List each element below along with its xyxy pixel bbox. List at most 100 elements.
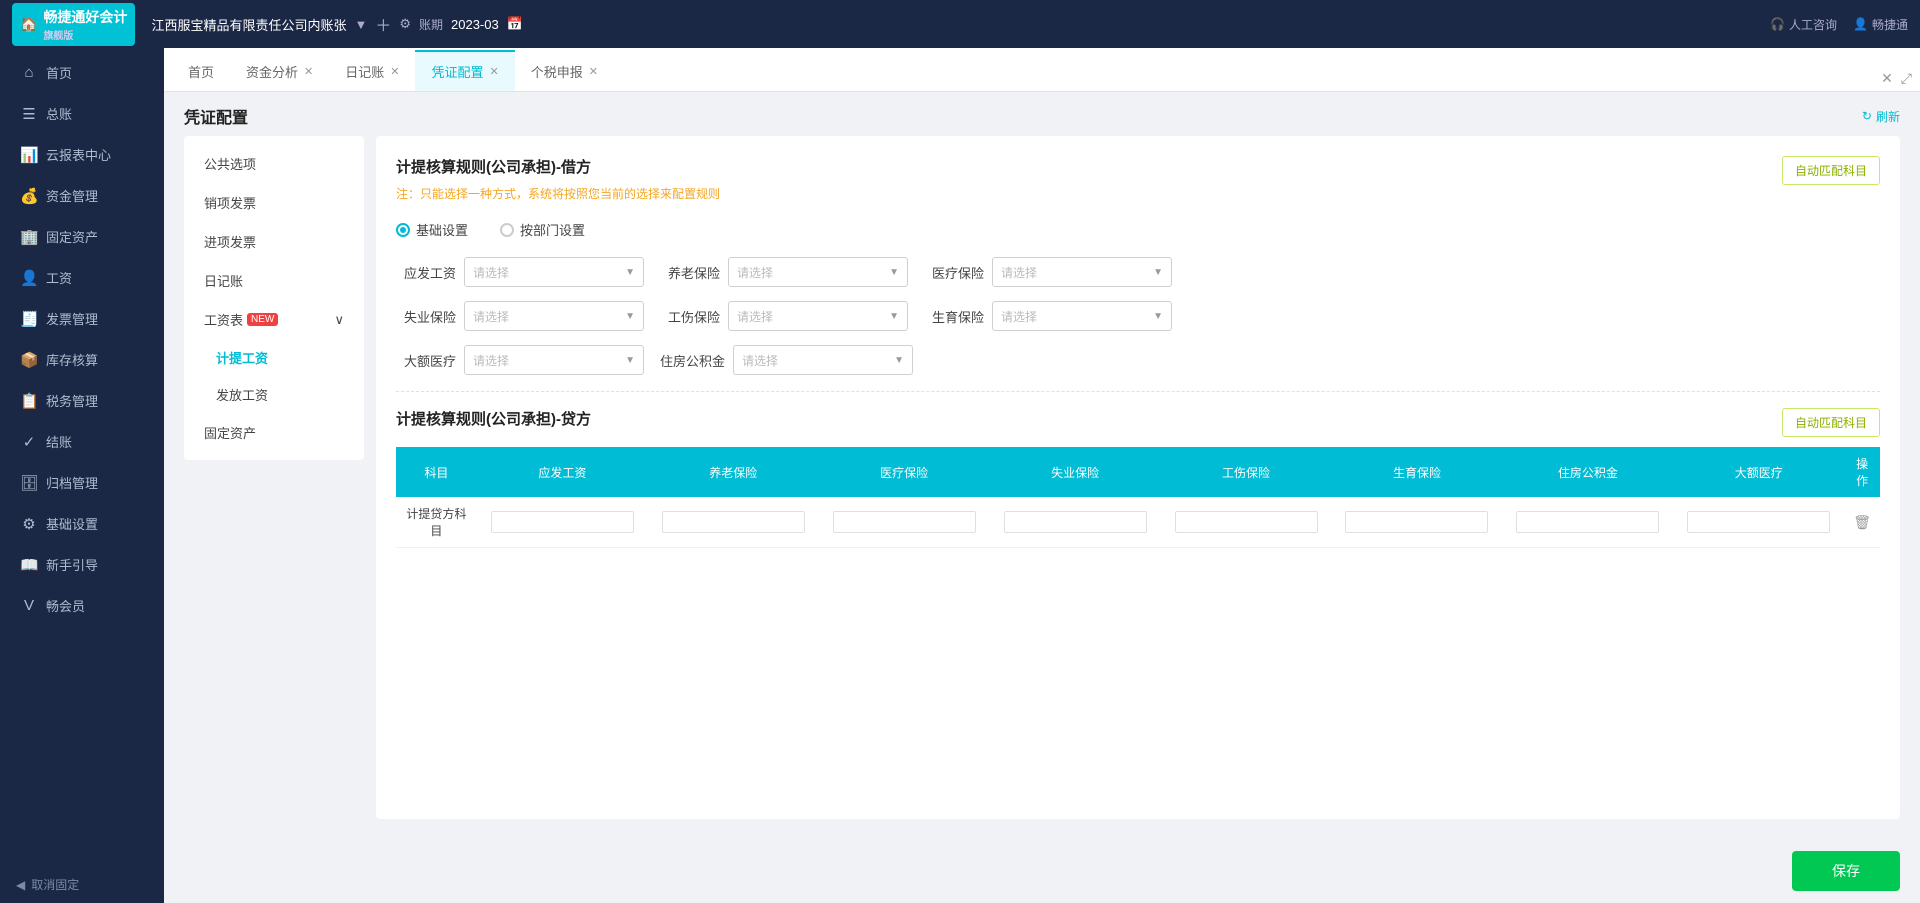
input-gross[interactable] (491, 511, 634, 533)
headset-icon: 🎧 (1770, 17, 1785, 31)
nav-item-payroll-table[interactable]: 工资表 NEW ∨ (184, 300, 364, 339)
sidebar-item-salary[interactable]: 👤 工资 (0, 257, 164, 298)
sidebar-item-funds[interactable]: 💰 资金管理 (0, 175, 164, 216)
tab-journal[interactable]: 日记账 ✕ (329, 50, 415, 91)
tab-home[interactable]: 首页 (172, 50, 230, 91)
maternity-arrow: ▼ (1153, 311, 1163, 322)
nav-item-public[interactable]: 公共选项 (184, 144, 364, 183)
sidebar-item-vip[interactable]: V 畅会员 (0, 585, 164, 626)
credit-auto-match-button[interactable]: 自动匹配科目 (1782, 408, 1880, 437)
delete-icon[interactable]: 🗑 (1853, 514, 1871, 530)
sidebar-label-settings: 基础设置 (46, 514, 98, 533)
debit-auto-match-button[interactable]: 自动匹配科目 (1782, 156, 1880, 185)
work-injury-select[interactable]: 请选择 ▼ (728, 301, 908, 331)
sidebar-item-invoice[interactable]: 🧾 发票管理 (0, 298, 164, 339)
pension-arrow: ▼ (889, 267, 899, 278)
section-separator (396, 391, 1880, 392)
input-housing[interactable] (1516, 511, 1659, 533)
company-dropdown-icon[interactable]: ▼ (354, 17, 367, 32)
sidebar-item-guide[interactable]: 📖 新手引导 (0, 544, 164, 585)
nav-item-accrual-salary[interactable]: 计提工资 (184, 339, 364, 376)
nav-item-fixed-assets[interactable]: 固定资产 (184, 413, 364, 452)
support-button[interactable]: 🎧 人工咨询 (1770, 16, 1837, 33)
calendar-icon[interactable]: 📅 (507, 16, 523, 32)
unemployment-label: 失业保险 (396, 307, 456, 326)
tab-funds-close[interactable]: ✕ (304, 65, 313, 78)
period-label: 账期 (419, 16, 443, 33)
field-gross-salary: 应发工资 请选择 ▼ (396, 257, 644, 287)
sidebar-label-inventory: 库存核算 (46, 350, 98, 369)
tab-journal-close[interactable]: ✕ (390, 65, 399, 78)
nav-item-journal[interactable]: 日记账 (184, 261, 364, 300)
radio-basic-indicator (396, 223, 410, 237)
radio-dept-settings[interactable]: 按部门设置 (500, 220, 585, 239)
sidebar-item-reports[interactable]: 📊 云报表中心 (0, 134, 164, 175)
input-work-injury[interactable] (1175, 511, 1318, 533)
input-medical[interactable] (833, 511, 976, 533)
nav-item-purchase-invoice[interactable]: 进项发票 (184, 222, 364, 261)
sidebar-label-closing: 结账 (46, 432, 72, 451)
medical-label: 医疗保险 (924, 263, 984, 282)
sidebar-item-settings[interactable]: ⚙ 基础设置 (0, 503, 164, 544)
tab-tax-close[interactable]: ✕ (589, 65, 598, 78)
pension-placeholder: 请选择 (737, 264, 773, 281)
tab-voucher-config[interactable]: 凭证配置 ✕ (415, 50, 514, 91)
nav-item-sales-invoice[interactable]: 销项发票 (184, 183, 364, 222)
nav-item-pay-salary[interactable]: 发放工资 (184, 376, 364, 413)
period-value[interactable]: 2023-03 (451, 17, 499, 32)
inventory-icon: 📦 (20, 351, 38, 369)
expand-icon[interactable]: ⤢ (1901, 70, 1912, 87)
credit-section: 计提核算规则(公司承担)-贷方 自动匹配科目 科目 应发工资 养老保险 医疗保险… (396, 408, 1880, 548)
settings-sidebar-icon: ⚙ (20, 515, 38, 533)
input-pension[interactable] (662, 511, 805, 533)
unemployment-select[interactable]: 请选择 ▼ (464, 301, 644, 331)
maternity-select[interactable]: 请选择 ▼ (992, 301, 1172, 331)
credit-section-title: 计提核算规则(公司承担)-贷方 (396, 408, 591, 429)
sidebar-label-funds: 资金管理 (46, 186, 98, 205)
cancel-fixed-button[interactable]: ◀ 取消固定 (0, 866, 164, 903)
tax-icon: 📋 (20, 392, 38, 410)
major-medical-select[interactable]: 请选择 ▼ (464, 345, 644, 375)
sidebar-item-assets[interactable]: 🏢 固定资产 (0, 216, 164, 257)
work-injury-arrow: ▼ (889, 311, 899, 322)
expand-payroll-icon[interactable]: ∨ (334, 312, 344, 328)
archive-icon: 🗄 (20, 474, 38, 492)
housing-fund-select[interactable]: 请选择 ▼ (733, 345, 913, 375)
sidebar-item-inventory[interactable]: 📦 库存核算 (0, 339, 164, 380)
medical-select[interactable]: 请选择 ▼ (992, 257, 1172, 287)
radio-dept-label: 按部门设置 (520, 220, 585, 239)
funds-icon: 💰 (20, 187, 38, 205)
close-all-icon[interactable]: ✕ (1881, 70, 1893, 87)
sidebar-item-home[interactable]: ⌂ 首页 (0, 52, 164, 93)
cell-unemployment (990, 497, 1161, 548)
app-name: 畅捷通好会计 (43, 7, 127, 27)
radio-dept-indicator (500, 223, 514, 237)
vip-icon: V (20, 597, 38, 614)
save-button[interactable]: 保存 (1792, 851, 1900, 891)
sidebar-item-closing[interactable]: ✓ 结账 (0, 421, 164, 462)
medical-placeholder: 请选择 (1001, 264, 1037, 281)
input-unemployment[interactable] (1004, 511, 1147, 533)
tab-tax[interactable]: 个税申报 ✕ (515, 50, 614, 91)
tab-funds[interactable]: 资金分析 ✕ (230, 50, 329, 91)
input-maternity[interactable] (1345, 511, 1488, 533)
gross-salary-placeholder: 请选择 (473, 264, 509, 281)
th-housing: 住房公积金 (1502, 447, 1673, 497)
pension-select[interactable]: 请选择 ▼ (728, 257, 908, 287)
sidebar-item-tax[interactable]: 📋 税务管理 (0, 380, 164, 421)
refresh-button[interactable]: ↻ 刷新 (1862, 108, 1900, 125)
settings-icon[interactable]: ⚙ (399, 16, 411, 32)
user-menu[interactable]: 👤 畅捷通 (1853, 16, 1908, 33)
tab-voucher-close[interactable]: ✕ (490, 65, 499, 78)
input-major-medical[interactable] (1687, 511, 1830, 533)
sidebar-label-reports: 云报表中心 (46, 145, 111, 164)
th-operation: 操作 (1844, 447, 1880, 497)
add-account-button[interactable]: ＋ (375, 12, 391, 36)
gross-salary-select[interactable]: 请选择 ▼ (464, 257, 644, 287)
radio-basic-settings[interactable]: 基础设置 (396, 220, 468, 239)
sidebar-item-ledger[interactable]: ☰ 总账 (0, 93, 164, 134)
th-gross: 应发工资 (477, 447, 648, 497)
sidebar-item-archive[interactable]: 🗄 归档管理 (0, 462, 164, 503)
topbar: 🏠 畅捷通好会计 旗舰版 江西服宝精品有限责任公司内账张 ▼ ＋ ⚙ 账期 20… (0, 0, 1920, 48)
page-title: 凭证配置 (184, 104, 248, 128)
